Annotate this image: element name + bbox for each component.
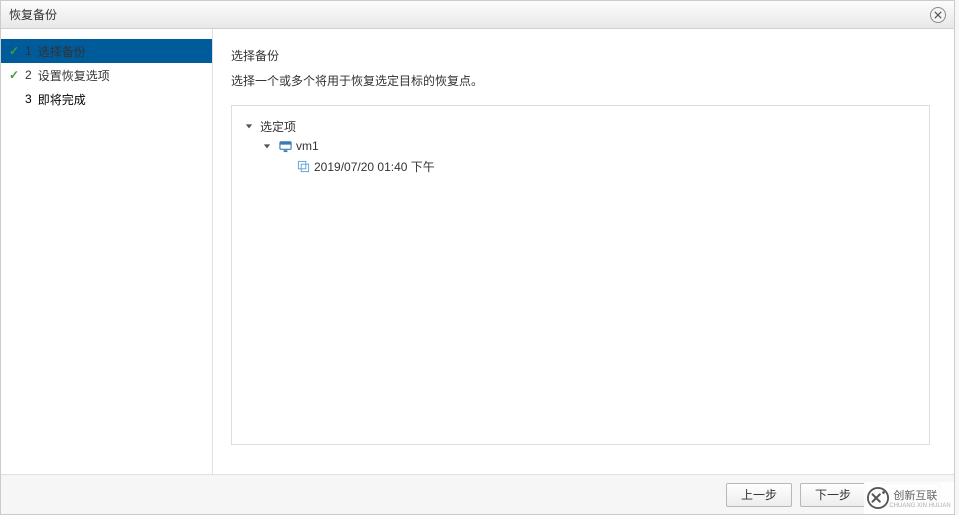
checkmark-icon: ✓ [9, 68, 23, 82]
step-label: 选择备份 [38, 43, 86, 60]
previous-button[interactable]: 上一步 [726, 483, 792, 507]
tree-collapse-toggle[interactable] [244, 121, 254, 131]
chevron-down-icon [245, 122, 253, 130]
tree-snapshot-row[interactable]: 2019/07/20 01:40 下午 [240, 156, 921, 176]
step-set-restore-options[interactable]: ✓ 2 设置恢复选项 [1, 63, 212, 87]
content-title: 选择备份 [231, 47, 930, 64]
step-label: 设置恢复选项 [38, 67, 110, 84]
finish-button[interactable]: 完成 [874, 483, 940, 507]
title-bar: 恢复备份 [1, 1, 954, 29]
tree-root-label: 选定项 [260, 118, 296, 135]
step-select-backup[interactable]: ✓ 1 选择备份 [1, 39, 212, 63]
tree-collapse-toggle[interactable] [262, 141, 272, 151]
tree-snapshot-label: 2019/07/20 01:40 下午 [314, 158, 435, 175]
tree-vm-row[interactable]: vm1 [240, 136, 921, 156]
step-ready-to-complete[interactable]: ✓ 3 即将完成 [1, 87, 212, 111]
close-button[interactable] [930, 7, 946, 23]
dialog-footer: 上一步 下一步 完成 [1, 474, 954, 514]
restore-backup-dialog: 恢复备份 ✓ 1 选择备份 ✓ 2 设置恢复选项 ✓ 3 即将完成 [0, 0, 955, 515]
close-icon [934, 11, 942, 19]
checkmark-icon: ✓ [9, 44, 23, 58]
content-subtitle: 选择一个或多个将用于恢复选定目标的恢复点。 [231, 72, 930, 89]
step-number: 1 [25, 44, 32, 58]
tree-vm-label: vm1 [296, 139, 319, 153]
snapshot-icon [296, 159, 310, 173]
next-button[interactable]: 下一步 [800, 483, 866, 507]
chevron-down-icon [263, 142, 271, 150]
content-panel: 选择备份 选择一个或多个将用于恢复选定目标的恢复点。 选定项 [213, 29, 954, 476]
wizard-sidebar: ✓ 1 选择备份 ✓ 2 设置恢复选项 ✓ 3 即将完成 [1, 29, 213, 476]
dialog-body: ✓ 1 选择备份 ✓ 2 设置恢复选项 ✓ 3 即将完成 选择备份 选择一个或多… [1, 29, 954, 476]
step-number: 3 [25, 92, 32, 106]
vm-icon [278, 139, 292, 153]
tree-root-row[interactable]: 选定项 [240, 116, 921, 136]
dialog-title: 恢复备份 [9, 6, 57, 23]
step-label: 即将完成 [38, 91, 86, 108]
step-number: 2 [25, 68, 32, 82]
backup-tree-panel: 选定项 vm1 [231, 105, 930, 445]
